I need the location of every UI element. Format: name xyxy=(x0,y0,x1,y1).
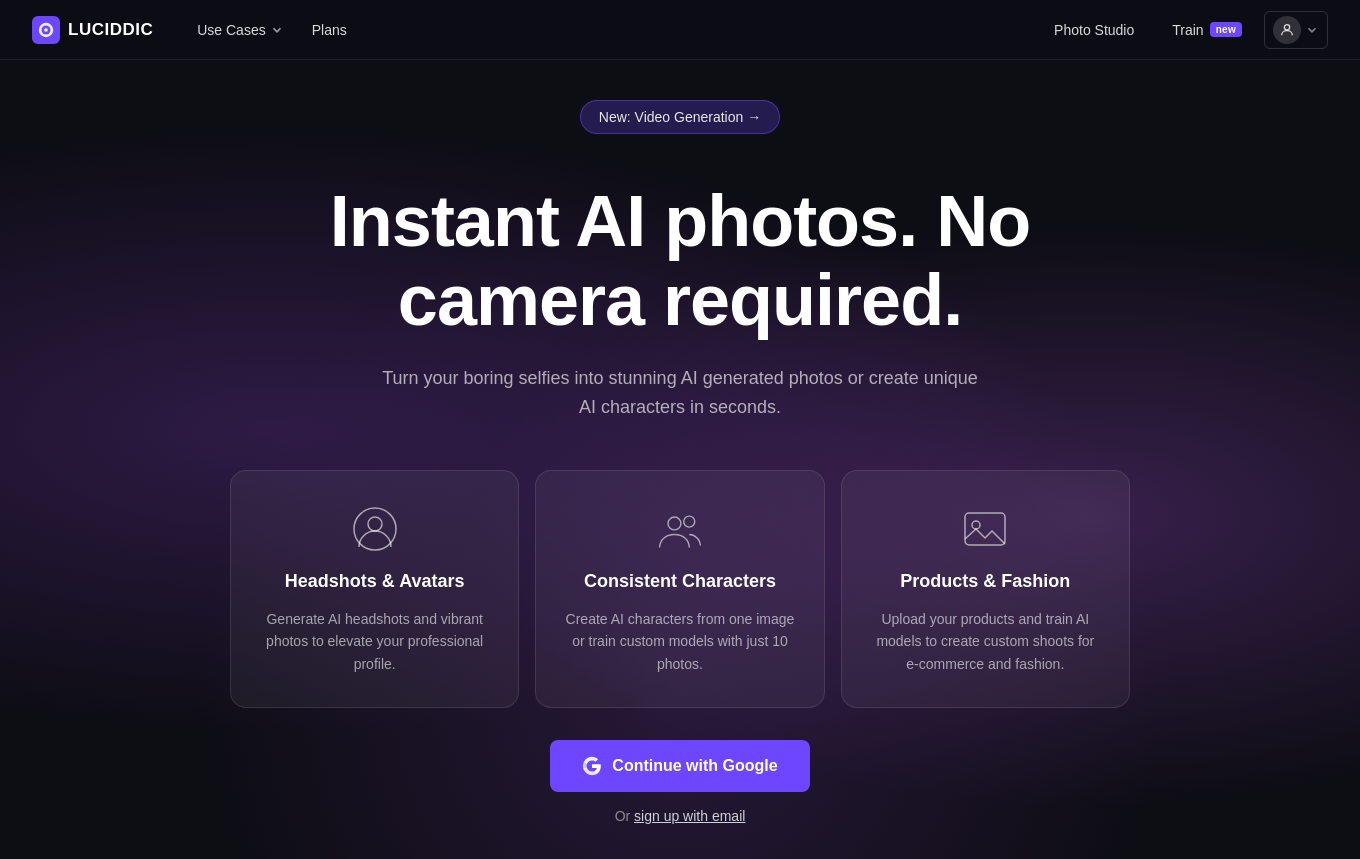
products-desc: Upload your products and train AI models… xyxy=(870,608,1101,675)
nav-train-label: Train xyxy=(1172,22,1203,38)
characters-icon xyxy=(654,503,706,555)
nav-use-cases[interactable]: Use Cases xyxy=(185,16,295,44)
user-avatar xyxy=(1273,16,1301,44)
google-button-label: Continue with Google xyxy=(612,757,777,775)
nav-menu: Use Cases Plans xyxy=(185,16,359,44)
nav-user-menu[interactable] xyxy=(1264,11,1328,49)
nav-right: Photo Studio Train new xyxy=(1038,11,1328,49)
card-products: Products & Fashion Upload your products … xyxy=(841,470,1130,708)
logo-svg xyxy=(37,21,55,39)
nav-plans-label: Plans xyxy=(312,22,347,38)
announcement-text: New: Video Generation → xyxy=(599,109,761,125)
google-signin-button[interactable]: Continue with Google xyxy=(550,740,810,792)
nav-photo-studio[interactable]: Photo Studio xyxy=(1038,16,1150,44)
svg-point-4 xyxy=(354,508,396,550)
products-icon xyxy=(959,503,1011,555)
svg-rect-8 xyxy=(965,513,1005,545)
user-circle-icon xyxy=(351,505,399,553)
svg-point-2 xyxy=(44,28,48,32)
nav-plans[interactable]: Plans xyxy=(300,16,359,44)
image-frame-icon xyxy=(961,505,1009,553)
headshots-desc: Generate AI headshots and vibrant photos… xyxy=(259,608,490,675)
logo-text: LUCIDDIC xyxy=(68,20,153,40)
hero-title: Instant AI photos. No camera required. xyxy=(280,182,1080,340)
nav-left: LUCIDDIC Use Cases Plans xyxy=(32,16,359,44)
svg-point-6 xyxy=(668,517,681,530)
new-badge: new xyxy=(1210,22,1242,37)
or-text: Or xyxy=(615,808,631,824)
products-title: Products & Fashion xyxy=(900,571,1070,592)
user-icon xyxy=(1279,22,1295,38)
announcement-banner[interactable]: New: Video Generation → xyxy=(580,100,780,134)
logo[interactable]: LUCIDDIC xyxy=(32,16,153,44)
svg-point-5 xyxy=(368,517,382,531)
users-icon xyxy=(656,505,704,553)
google-icon xyxy=(582,756,602,776)
svg-point-9 xyxy=(972,521,980,529)
chevron-down-icon xyxy=(270,23,284,37)
email-signin-text: Or sign up with email xyxy=(615,808,746,824)
svg-point-3 xyxy=(1284,24,1289,29)
hero-subtitle: Turn your boring selfies into stunning A… xyxy=(380,364,980,422)
main-content: New: Video Generation → Instant AI photo… xyxy=(0,60,1360,859)
navbar: LUCIDDIC Use Cases Plans Photo Studio Tr… xyxy=(0,0,1360,60)
feature-cards: Headshots & Avatars Generate AI headshot… xyxy=(230,470,1130,708)
card-headshots: Headshots & Avatars Generate AI headshot… xyxy=(230,470,519,708)
card-characters: Consistent Characters Create AI characte… xyxy=(535,470,824,708)
headshots-title: Headshots & Avatars xyxy=(285,571,465,592)
characters-title: Consistent Characters xyxy=(584,571,776,592)
email-signup-link[interactable]: sign up with email xyxy=(634,808,745,824)
nav-train[interactable]: Train new xyxy=(1158,16,1256,44)
logo-icon xyxy=(32,16,60,44)
headshots-icon xyxy=(349,503,401,555)
svg-point-7 xyxy=(684,516,695,527)
characters-desc: Create AI characters from one image or t… xyxy=(564,608,795,675)
user-chevron-icon xyxy=(1305,23,1319,37)
nav-use-cases-label: Use Cases xyxy=(197,22,265,38)
